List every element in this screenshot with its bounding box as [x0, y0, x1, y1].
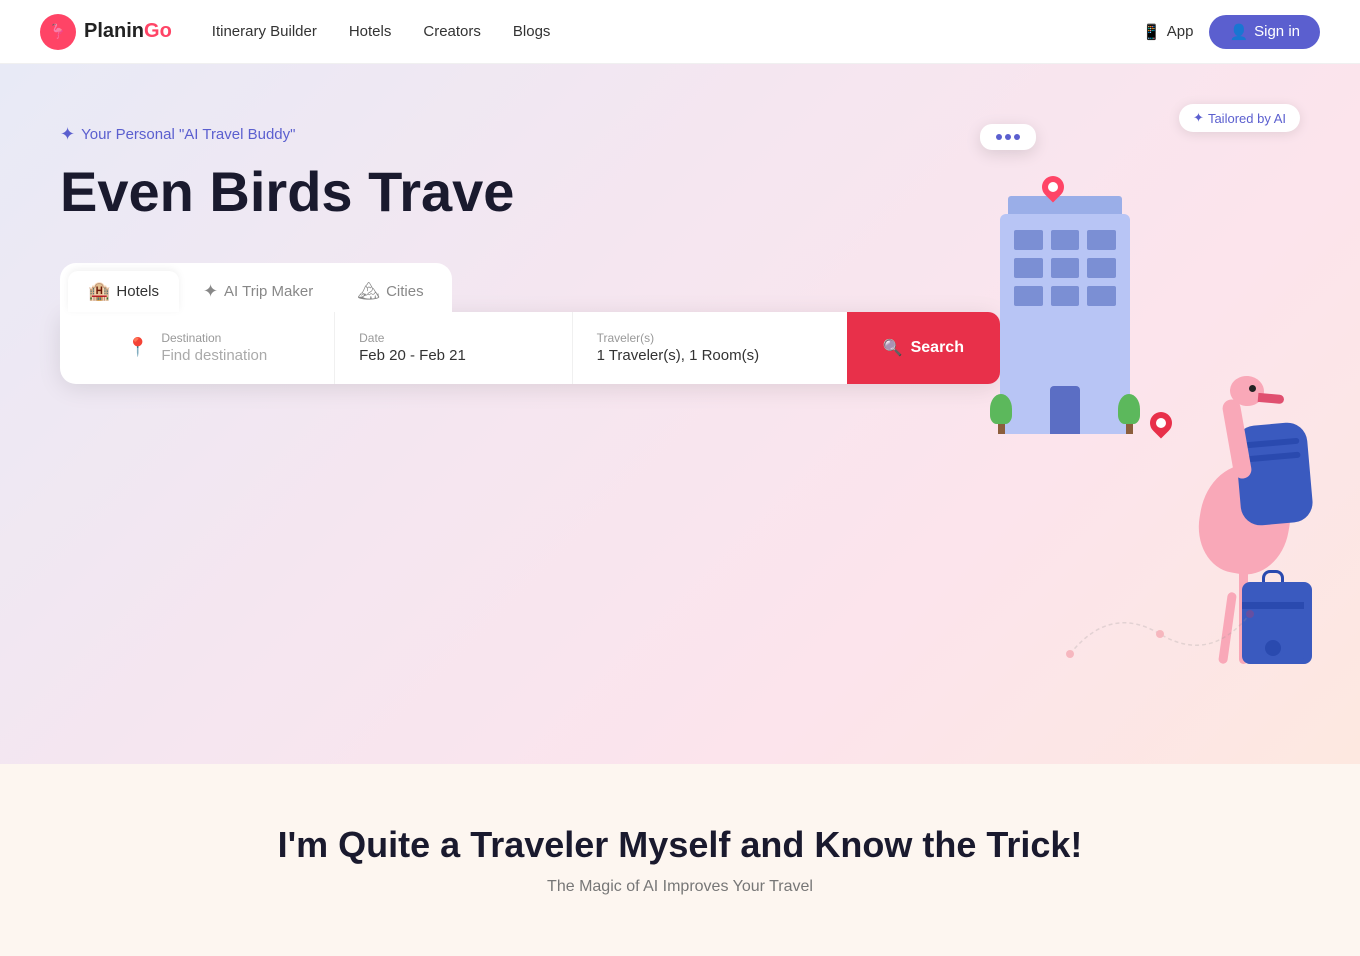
building-door	[1050, 386, 1080, 434]
search-icon: 🔍	[883, 338, 903, 358]
search-tabs: 🏨 Hotels ✦ AI Trip Maker 🏔 Cities	[60, 263, 452, 312]
nav-itinerary-builder[interactable]: Itinerary Builder	[212, 23, 317, 40]
destination-placeholder: Find destination	[161, 347, 267, 364]
logo[interactable]: 🦩 PlaninGo	[40, 14, 172, 50]
window	[1051, 258, 1080, 278]
travelers-field[interactable]: Traveler(s) 1 Traveler(s), 1 Room(s)	[573, 312, 847, 384]
building-roof	[1008, 196, 1122, 214]
flamingo-eye	[1249, 385, 1256, 392]
window	[1087, 258, 1116, 278]
search-bar: 📍 Destination Find destination Date Feb …	[60, 312, 1000, 384]
travelers-label: Traveler(s)	[597, 331, 823, 345]
nav-hotels[interactable]: Hotels	[349, 23, 392, 40]
flamingo-beak	[1258, 393, 1285, 404]
building-illustration	[990, 174, 1140, 434]
hero-section: ✦ Your Personal "AI Travel Buddy" Even B…	[0, 64, 1360, 764]
luggage-lock	[1265, 640, 1281, 656]
search-pin	[1145, 407, 1176, 438]
logo-icon: 🦩	[40, 14, 76, 50]
nav-blogs[interactable]: Blogs	[513, 23, 551, 40]
backpack-stripe-1	[1243, 438, 1299, 449]
bottom-subtitle: The Magic of AI Improves Your Travel	[40, 878, 1320, 896]
dot-3	[1014, 134, 1020, 140]
map-pin	[1037, 171, 1068, 202]
travelers-value: 1 Traveler(s), 1 Room(s)	[597, 347, 823, 364]
ai-tab-icon: ✦	[203, 281, 218, 302]
hero-content: ✦ Your Personal "AI Travel Buddy" Even B…	[60, 124, 760, 384]
location-icon: 📍	[127, 337, 149, 358]
tree-trunk-left	[998, 424, 1005, 434]
date-field[interactable]: Date Feb 20 - Feb 21	[335, 312, 572, 384]
header-left: 🦩 PlaninGo Itinerary Builder Hotels Crea…	[40, 14, 550, 50]
building-body	[1000, 214, 1130, 434]
destination-field[interactable]: 📍 Destination Find destination	[60, 312, 335, 384]
window	[1087, 230, 1116, 250]
building-windows	[1000, 214, 1130, 322]
logo-text: PlaninGo	[84, 20, 172, 43]
search-tabs-wrapper: 🏨 Hotels ✦ AI Trip Maker 🏔 Cities 📍 De	[60, 263, 760, 384]
travelers-field-inner: Traveler(s) 1 Traveler(s), 1 Room(s)	[597, 331, 823, 364]
search-pin-inner	[1154, 416, 1168, 430]
ai-tag: ✦ Tailored by AI	[1179, 104, 1300, 132]
hero-illustration: ✦ Tailored by AI	[980, 104, 1320, 664]
map-pin-container	[1042, 176, 1064, 198]
star-icon: ✦	[1193, 110, 1204, 126]
window	[1014, 286, 1043, 306]
user-icon: 👤	[1229, 23, 1248, 41]
map-path-svg	[1060, 584, 1260, 664]
window	[1014, 258, 1043, 278]
window	[1087, 286, 1116, 306]
dot-2	[1005, 134, 1011, 140]
tree-left	[990, 394, 1012, 434]
tree-top-left	[990, 394, 1012, 424]
bottom-title: I'm Quite a Traveler Myself and Know the…	[40, 824, 1320, 866]
bottom-section: I'm Quite a Traveler Myself and Know the…	[0, 764, 1360, 956]
sparkle-icon: ✦	[60, 124, 75, 145]
app-button[interactable]: 📱 App	[1142, 23, 1193, 41]
hero-title: Even Birds Trave	[60, 161, 760, 223]
sign-in-button[interactable]: 👤 Sign in	[1209, 15, 1320, 49]
tab-hotels[interactable]: 🏨 Hotels	[68, 271, 179, 312]
header-right: 📱 App 👤 Sign in	[1142, 15, 1320, 49]
mobile-icon: 📱	[1142, 23, 1161, 41]
window	[1051, 230, 1080, 250]
nav-creators[interactable]: Creators	[423, 23, 481, 40]
search-pin-container	[1150, 412, 1172, 434]
ai-badge: ✦ Your Personal "AI Travel Buddy"	[60, 124, 295, 145]
search-button[interactable]: 🔍 Search	[847, 312, 1000, 384]
header: 🦩 PlaninGo Itinerary Builder Hotels Crea…	[0, 0, 1360, 64]
date-label: Date	[359, 331, 547, 345]
tab-ai-trip-maker[interactable]: ✦ AI Trip Maker	[183, 271, 333, 312]
luggage-handle	[1262, 570, 1284, 582]
map-pin-inner	[1046, 180, 1060, 194]
window	[1051, 286, 1080, 306]
dot-1	[996, 134, 1002, 140]
chat-dots	[996, 134, 1020, 140]
hotels-tab-icon: 🏨	[88, 281, 110, 302]
destination-field-inner: Destination Find destination	[161, 331, 267, 364]
window	[1014, 230, 1043, 250]
destination-label: Destination	[161, 331, 267, 345]
main-nav: Itinerary Builder Hotels Creators Blogs	[212, 23, 551, 40]
chat-bubble	[980, 124, 1036, 150]
date-field-inner: Date Feb 20 - Feb 21	[359, 331, 547, 364]
cities-tab-icon: 🏔	[357, 281, 380, 302]
date-value: Feb 20 - Feb 21	[359, 347, 547, 364]
backpack-stripe-2	[1244, 452, 1300, 463]
tab-cities[interactable]: 🏔 Cities	[337, 271, 443, 312]
